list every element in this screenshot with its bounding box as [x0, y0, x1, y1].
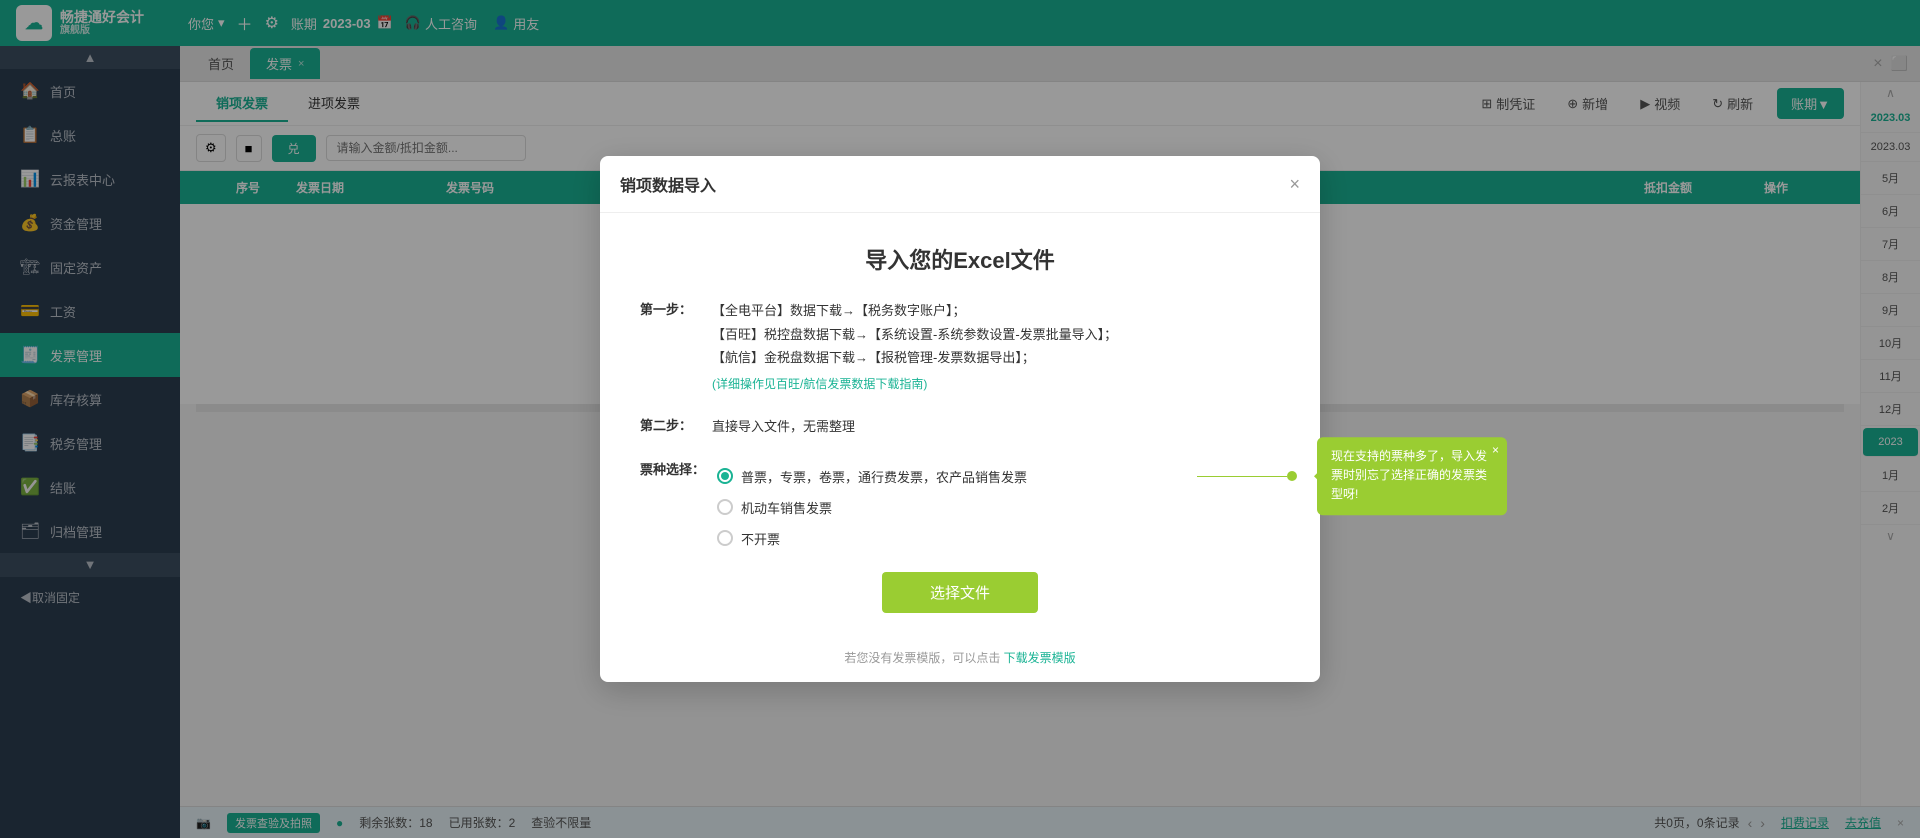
- tooltip-close-btn[interactable]: ×: [1492, 441, 1499, 460]
- radio-btn-3[interactable]: [717, 530, 733, 546]
- step1-line1: 【全电平台】数据下载→【税务数字账户】；: [712, 299, 1117, 322]
- step1-row: 第一步： 【全电平台】数据下载→【税务数字账户】； 【百旺】税控盘数据下载→【系…: [640, 299, 1280, 395]
- step1-link-anchor[interactable]: (详细操作见百旺/航信发票数据下载指南): [712, 377, 927, 391]
- radio-btn-2[interactable]: [717, 499, 733, 515]
- download-template-link[interactable]: 下载发票模版: [1004, 651, 1076, 665]
- radio-option-2[interactable]: 机动车销售发票: [717, 498, 1027, 517]
- modal-title: 销项数据导入: [620, 172, 716, 196]
- radio-label-1: 普票，专票，卷票，通行费发票，农产品销售发票: [741, 467, 1027, 486]
- step1-label: 第一步：: [640, 299, 700, 395]
- radio-option-1[interactable]: 普票，专票，卷票，通行费发票，农产品销售发票 × 现在支持的票种多了，导入发票时…: [717, 467, 1027, 486]
- modal-footer-text: 若您没有发票模版，可以点击: [844, 651, 1000, 665]
- modal-close-button[interactable]: ×: [1289, 175, 1300, 193]
- ticket-section: 票种选择： 普票，专票，卷票，通行费发票，农产品销售发票: [640, 459, 1280, 548]
- step2-content: 直接导入文件，无需整理: [712, 415, 855, 438]
- radio-option-3[interactable]: 不开票: [717, 529, 1027, 548]
- tooltip-text: 现在支持的票种多了，导入发票时别忘了选择正确的发票类型呀!: [1331, 449, 1487, 501]
- step1-content: 【全电平台】数据下载→【税务数字账户】； 【百旺】税控盘数据下载→【系统设置-系…: [712, 299, 1117, 395]
- modal-header: 销项数据导入 ×: [600, 156, 1320, 213]
- radio-group: 普票，专票，卷票，通行费发票，农产品销售发票 × 现在支持的票种多了，导入发票时…: [717, 467, 1027, 548]
- step2-row: 第二步： 直接导入文件，无需整理: [640, 415, 1280, 438]
- step1-link[interactable]: (详细操作见百旺/航信发票数据下载指南): [712, 374, 1117, 396]
- radio-label-3: 不开票: [741, 529, 780, 548]
- radio-btn-1[interactable]: [717, 468, 733, 484]
- modal-overlay: 销项数据导入 × 导入您的Excel文件 第一步： 【全电平台】数据下载→【税务…: [0, 0, 1920, 838]
- radio-label-2: 机动车销售发票: [741, 498, 832, 517]
- step1-section: 第一步： 【全电平台】数据下载→【税务数字账户】； 【百旺】税控盘数据下载→【系…: [640, 299, 1280, 395]
- step1-line3: 【航信】金税盘数据下载→【报税管理-发票数据导出】；: [712, 346, 1117, 369]
- ticket-row: 票种选择： 普票，专票，卷票，通行费发票，农产品销售发票: [640, 459, 1280, 548]
- import-modal: 销项数据导入 × 导入您的Excel文件 第一步： 【全电平台】数据下载→【税务…: [600, 156, 1320, 681]
- ticket-label: 票种选择：: [640, 459, 705, 548]
- modal-footer: 若您没有发票模版，可以点击 下载发票模版: [600, 633, 1320, 682]
- select-file-button[interactable]: 选择文件: [882, 572, 1038, 613]
- step2-label: 第二步：: [640, 415, 700, 438]
- modal-main-title: 导入您的Excel文件: [640, 243, 1280, 275]
- modal-body: 导入您的Excel文件 第一步： 【全电平台】数据下载→【税务数字账户】； 【百…: [600, 213, 1320, 632]
- step1-line2: 【百旺】税控盘数据下载→【系统设置-系统参数设置-发票批量导入】；: [712, 323, 1117, 346]
- step2-section: 第二步： 直接导入文件，无需整理: [640, 415, 1280, 438]
